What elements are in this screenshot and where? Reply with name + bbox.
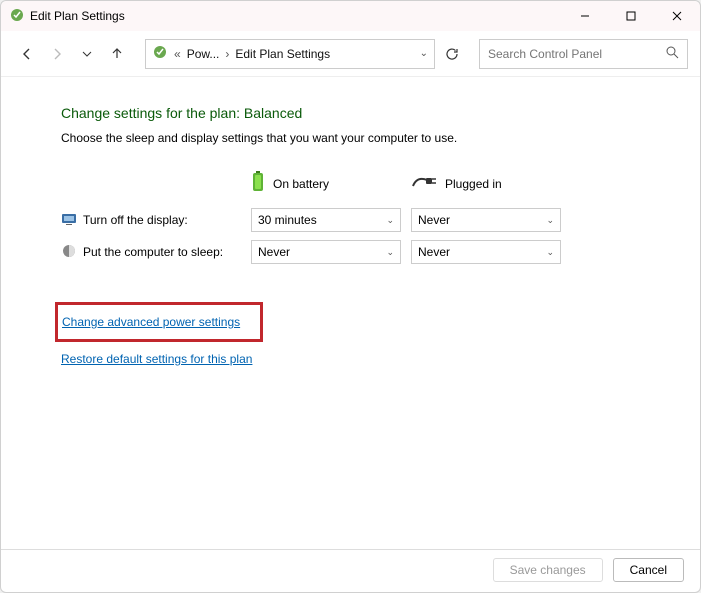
sleep-icon <box>61 243 77 262</box>
breadcrumb-parent[interactable]: Pow... <box>187 47 220 61</box>
advanced-settings-link[interactable]: Change advanced power settings <box>62 315 240 329</box>
sleep-plugged-value: Never <box>418 245 450 259</box>
highlight-annotation: Change advanced power settings <box>55 302 263 342</box>
search-box[interactable] <box>479 39 688 69</box>
chevron-down-icon: ⌄ <box>546 247 554 258</box>
content-area: Change settings for the plan: Balanced C… <box>1 77 700 366</box>
minimize-button[interactable] <box>562 1 608 31</box>
breadcrumb-sep-icon: « <box>174 47 181 61</box>
navbar: « Pow... › Edit Plan Settings ⌄ <box>1 31 700 77</box>
display-icon <box>61 211 77 230</box>
close-button[interactable] <box>654 1 700 31</box>
col-battery-label: On battery <box>273 177 329 191</box>
footer: Save changes Cancel <box>1 549 700 592</box>
chevron-right-icon: › <box>225 47 229 61</box>
page-heading: Change settings for the plan: Balanced <box>61 105 680 121</box>
cancel-button[interactable]: Cancel <box>613 558 684 582</box>
forward-button[interactable] <box>43 40 71 68</box>
sleep-battery-value: Never <box>258 245 290 259</box>
sleep-label: Put the computer to sleep: <box>83 245 223 259</box>
sleep-plugged-select[interactable]: Never ⌄ <box>411 240 561 264</box>
titlebar: Edit Plan Settings <box>1 1 700 31</box>
window-title: Edit Plan Settings <box>30 9 125 23</box>
breadcrumb-current[interactable]: Edit Plan Settings <box>235 47 330 61</box>
battery-icon <box>251 171 265 196</box>
restore-defaults-link[interactable]: Restore default settings for this plan <box>61 352 252 366</box>
page-subtext: Choose the sleep and display settings th… <box>61 131 680 145</box>
breadcrumb[interactable]: « Pow... › Edit Plan Settings ⌄ <box>145 39 435 69</box>
power-plan-icon <box>152 44 168 63</box>
power-plan-icon <box>9 7 25 26</box>
maximize-button[interactable] <box>608 1 654 31</box>
links-area: Change advanced power settings Restore d… <box>61 302 680 366</box>
search-input[interactable] <box>488 47 665 61</box>
display-plugged-value: Never <box>418 213 450 227</box>
settings-table: On battery Plugged in <box>61 163 571 272</box>
edit-plan-window: Edit Plan Settings <box>0 0 701 593</box>
breadcrumb-dropdown-icon[interactable]: ⌄ <box>420 48 428 59</box>
chevron-down-icon: ⌄ <box>386 215 394 226</box>
search-icon[interactable] <box>665 45 679 62</box>
back-button[interactable] <box>13 40 41 68</box>
display-label: Turn off the display: <box>83 213 188 227</box>
refresh-button[interactable] <box>437 39 467 69</box>
sleep-row: Put the computer to sleep: Never ⌄ Never… <box>61 240 571 264</box>
col-plugged-label: Plugged in <box>445 177 502 191</box>
display-battery-select[interactable]: 30 minutes ⌄ <box>251 208 401 232</box>
chevron-down-icon: ⌄ <box>386 247 394 258</box>
display-battery-value: 30 minutes <box>258 213 317 227</box>
plug-icon <box>411 174 437 193</box>
save-button[interactable]: Save changes <box>493 558 603 582</box>
display-plugged-select[interactable]: Never ⌄ <box>411 208 561 232</box>
chevron-down-icon: ⌄ <box>546 215 554 226</box>
display-row: Turn off the display: 30 minutes ⌄ Never… <box>61 208 571 232</box>
sleep-battery-select[interactable]: Never ⌄ <box>251 240 401 264</box>
recent-dropdown[interactable] <box>73 40 101 68</box>
up-button[interactable] <box>103 40 131 68</box>
